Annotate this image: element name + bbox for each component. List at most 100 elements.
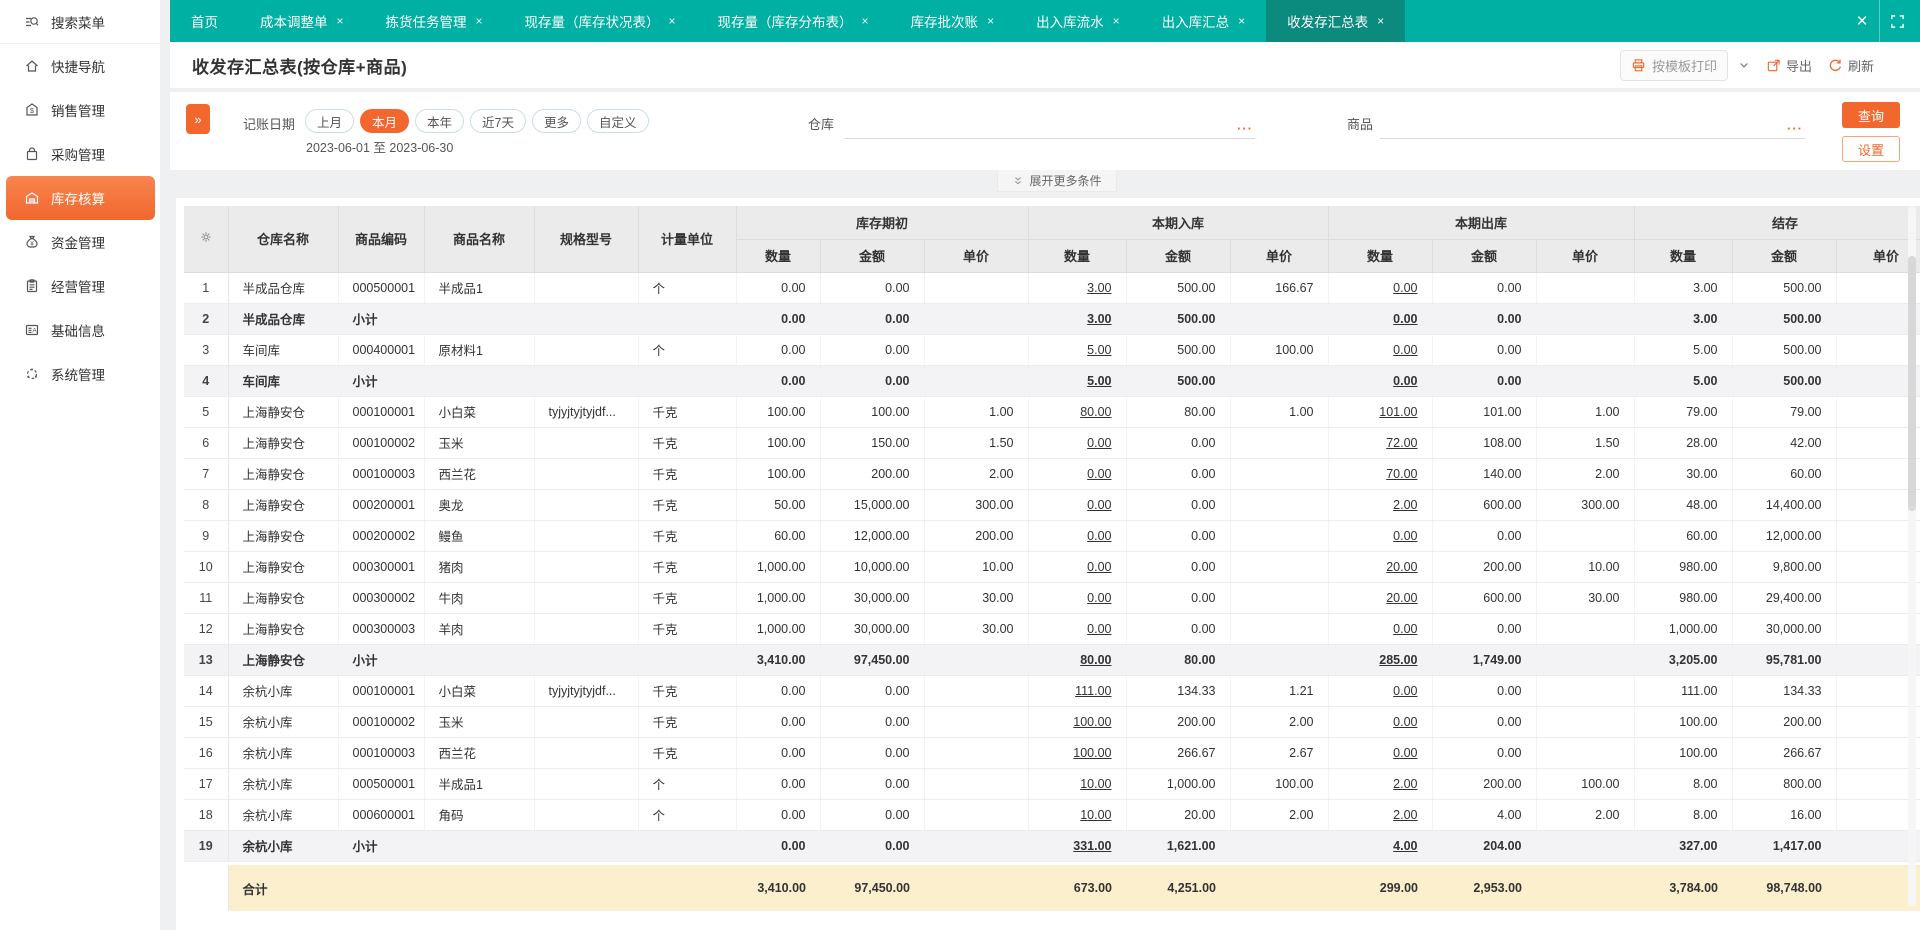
drilldown-link[interactable]: 0.00 [1087, 591, 1111, 605]
drilldown-link[interactable]: 0.00 [1393, 343, 1417, 357]
drilldown-link[interactable]: 285.00 [1379, 653, 1417, 667]
drilldown-link[interactable]: 0.00 [1393, 281, 1417, 295]
table-row[interactable]: 1 半成品仓库 000500001 半成品1 个 0.00 0.00 3.00 500.00 16… [184, 272, 1920, 304]
drilldown-link[interactable]: 0.00 [1393, 622, 1417, 636]
date-option-本月[interactable]: 本月 [360, 109, 410, 133]
print-options-chevron-down-icon[interactable] [1738, 59, 1750, 71]
export-button[interactable]: 导出 [1766, 56, 1812, 75]
table-row[interactable]: 9 上海静安仓 000200002 鳗鱼 千克 60.00 12,000.00 200.00 0… [184, 520, 1920, 552]
table-row[interactable]: 15 余杭小库 000100002 玉米 千克 0.00 0.00 100.00 200.00 2… [184, 706, 1920, 738]
tab-close-icon[interactable]: × [476, 14, 483, 28]
drilldown-link[interactable]: 111.00 [1075, 684, 1111, 698]
sidebar-item-home[interactable]: 快捷导航 [0, 44, 160, 88]
tab-close-icon[interactable]: × [1238, 14, 1245, 28]
table-row[interactable]: 7 上海静安仓 000100003 西兰花 千克 100.00 200.00 2.00 0.00… [184, 458, 1920, 490]
drilldown-link[interactable]: 20.00 [1386, 591, 1417, 605]
scrollbar-thumb[interactable] [1908, 256, 1916, 511]
tab-现存量（库存分布表）[interactable]: 现存量（库存分布表） × [697, 0, 890, 42]
drilldown-link[interactable]: 3.00 [1087, 312, 1111, 326]
drilldown-link[interactable]: 0.00 [1087, 467, 1111, 481]
date-option-更多[interactable]: 更多 [532, 109, 582, 133]
sidebar-item-search[interactable]: 搜索菜单 [0, 0, 160, 44]
drilldown-link[interactable]: 0.00 [1087, 622, 1111, 636]
date-option-自定义[interactable]: 自定义 [587, 109, 649, 133]
drilldown-link[interactable]: 10.00 [1080, 808, 1111, 822]
tab-拣货任务管理[interactable]: 拣货任务管理 × [365, 0, 504, 42]
table-row[interactable]: 5 上海静安仓 000100001 小白菜 tyjyjtyjtyjdf... 千克 100.… [184, 396, 1920, 428]
drilldown-link[interactable]: 5.00 [1087, 343, 1111, 357]
fullscreen-icon[interactable] [1880, 0, 1914, 42]
date-option-上月[interactable]: 上月 [305, 109, 355, 133]
sidebar-item-operations[interactable]: 经营管理 [0, 264, 160, 308]
drilldown-link[interactable]: 331.00 [1073, 839, 1111, 853]
drilldown-link[interactable]: 0.00 [1393, 312, 1417, 326]
drilldown-link[interactable]: 0.00 [1393, 715, 1417, 729]
drilldown-link[interactable]: 0.00 [1393, 529, 1417, 543]
drilldown-link[interactable]: 0.00 [1087, 529, 1111, 543]
sidebar-item-purchase[interactable]: 采购管理 [0, 132, 160, 176]
close-window-icon[interactable]: × [1845, 0, 1879, 42]
drilldown-link[interactable]: 80.00 [1080, 653, 1111, 667]
tab-现存量（库存状况表）[interactable]: 现存量（库存状况表） × [504, 0, 697, 42]
drilldown-link[interactable]: 70.00 [1386, 467, 1417, 481]
table-row[interactable]: 16 余杭小库 000100003 西兰花 千克 0.00 0.00 100.00 266.67… [184, 737, 1920, 769]
sidebar-item-baseinfo[interactable]: A 基础信息 [0, 308, 160, 352]
table-row[interactable]: 10 上海静安仓 000300001 猪肉 千克 1,000.00 10,000.00 10.… [184, 551, 1920, 583]
table-row[interactable]: 6 上海静安仓 000100002 玉米 千克 100.00 150.00 1.50 0.00 0… [184, 427, 1920, 459]
drilldown-link[interactable]: 101.00 [1379, 405, 1417, 419]
tab-首页[interactable]: 首页 [170, 0, 239, 42]
subtotal-row[interactable]: 13 上海静安仓 小计 3,410.00 97,450.00 80.00 80.00 285.… [184, 644, 1920, 676]
tab-close-icon[interactable]: × [1113, 14, 1120, 28]
drilldown-link[interactable]: 2.00 [1393, 777, 1417, 791]
expand-more-conditions-button[interactable]: 展开更多条件 [997, 170, 1117, 192]
product-input[interactable]: ··· [1380, 116, 1805, 139]
drilldown-link[interactable]: 0.00 [1393, 746, 1417, 760]
drilldown-link[interactable]: 5.00 [1087, 374, 1111, 388]
drilldown-link[interactable]: 2.00 [1393, 498, 1417, 512]
tab-close-icon[interactable]: × [337, 14, 344, 28]
tab-成本调整单[interactable]: 成本调整单 × [239, 0, 365, 42]
tab-库存批次账[interactable]: 库存批次账 × [890, 0, 1016, 42]
collapse-filter-button[interactable]: » [186, 104, 210, 134]
drilldown-link[interactable]: 100.00 [1073, 715, 1111, 729]
query-button[interactable]: 查询 [1842, 102, 1900, 128]
table-row[interactable]: 8 上海静安仓 000200001 奥龙 千克 50.00 15,000.00 300.00 0… [184, 489, 1920, 521]
date-range-value[interactable]: 2023-06-01 至 2023-06-30 [306, 137, 453, 156]
drilldown-link[interactable]: 0.00 [1393, 684, 1417, 698]
tab-出入库汇总[interactable]: 出入库汇总 × [1141, 0, 1267, 42]
product-picker-ellipsis-icon[interactable]: ··· [1787, 122, 1803, 135]
tab-close-icon[interactable]: × [669, 14, 676, 28]
date-option-本年[interactable]: 本年 [415, 109, 465, 133]
drilldown-link[interactable]: 4.00 [1393, 839, 1417, 853]
drilldown-link[interactable]: 2.00 [1393, 808, 1417, 822]
tab-出入库流水[interactable]: 出入库流水 × [1015, 0, 1141, 42]
tab-收发存汇总表[interactable]: 收发存汇总表 × [1266, 0, 1406, 42]
drilldown-link[interactable]: 20.00 [1386, 560, 1417, 574]
table-row[interactable]: 14 余杭小库 000100001 小白菜 tyjyjtyjtyjdf... 千克 0.00… [184, 675, 1920, 707]
settings-button[interactable]: 设置 [1842, 136, 1900, 162]
table-row[interactable]: 3 车间库 000400001 原材料1 个 0.00 0.00 5.00 500.00 100.… [184, 334, 1920, 366]
drilldown-link[interactable]: 10.00 [1080, 777, 1111, 791]
tab-close-icon[interactable]: × [1377, 14, 1384, 28]
sidebar-item-sales[interactable]: $ 销售管理 [0, 88, 160, 132]
drilldown-link[interactable]: 3.00 [1087, 281, 1111, 295]
table-row[interactable]: 11 上海静安仓 000300002 牛肉 千克 1,000.00 30,000.00 30.… [184, 582, 1920, 614]
date-option-近7天[interactable]: 近7天 [470, 109, 526, 133]
sidebar-item-inventory[interactable]: 库存核算 [6, 176, 155, 220]
subtotal-row[interactable]: 19 余杭小库 小计 0.00 0.00 331.00 1,621.00 4.00 204.00… [184, 830, 1920, 862]
sidebar-item-system[interactable]: 系统管理 [0, 352, 160, 396]
drilldown-link[interactable]: 100.00 [1073, 746, 1111, 760]
sidebar-item-funds[interactable]: ¥ 资金管理 [0, 220, 160, 264]
drilldown-link[interactable]: 0.00 [1087, 560, 1111, 574]
tab-close-icon[interactable]: × [987, 14, 994, 28]
print-by-template-button[interactable]: 按模板打印 [1619, 49, 1728, 81]
drilldown-link[interactable]: 0.00 [1087, 436, 1111, 450]
drilldown-link[interactable]: 72.00 [1386, 436, 1417, 450]
drilldown-link[interactable]: 0.00 [1393, 374, 1417, 388]
warehouse-input[interactable]: ··· [845, 116, 1255, 139]
refresh-button[interactable]: 刷新 [1828, 56, 1874, 75]
table-row[interactable]: 12 上海静安仓 000300003 羊肉 千克 1,000.00 30,000.00 30.… [184, 613, 1920, 645]
tab-close-icon[interactable]: × [862, 14, 869, 28]
subtotal-row[interactable]: 4 车间库 小计 0.00 0.00 5.00 500.00 0.00 0.00 5.00 500.… [184, 365, 1920, 397]
subtotal-row[interactable]: 2 半成品仓库 小计 0.00 0.00 3.00 500.00 0.00 0.00 3.00 50… [184, 303, 1920, 335]
